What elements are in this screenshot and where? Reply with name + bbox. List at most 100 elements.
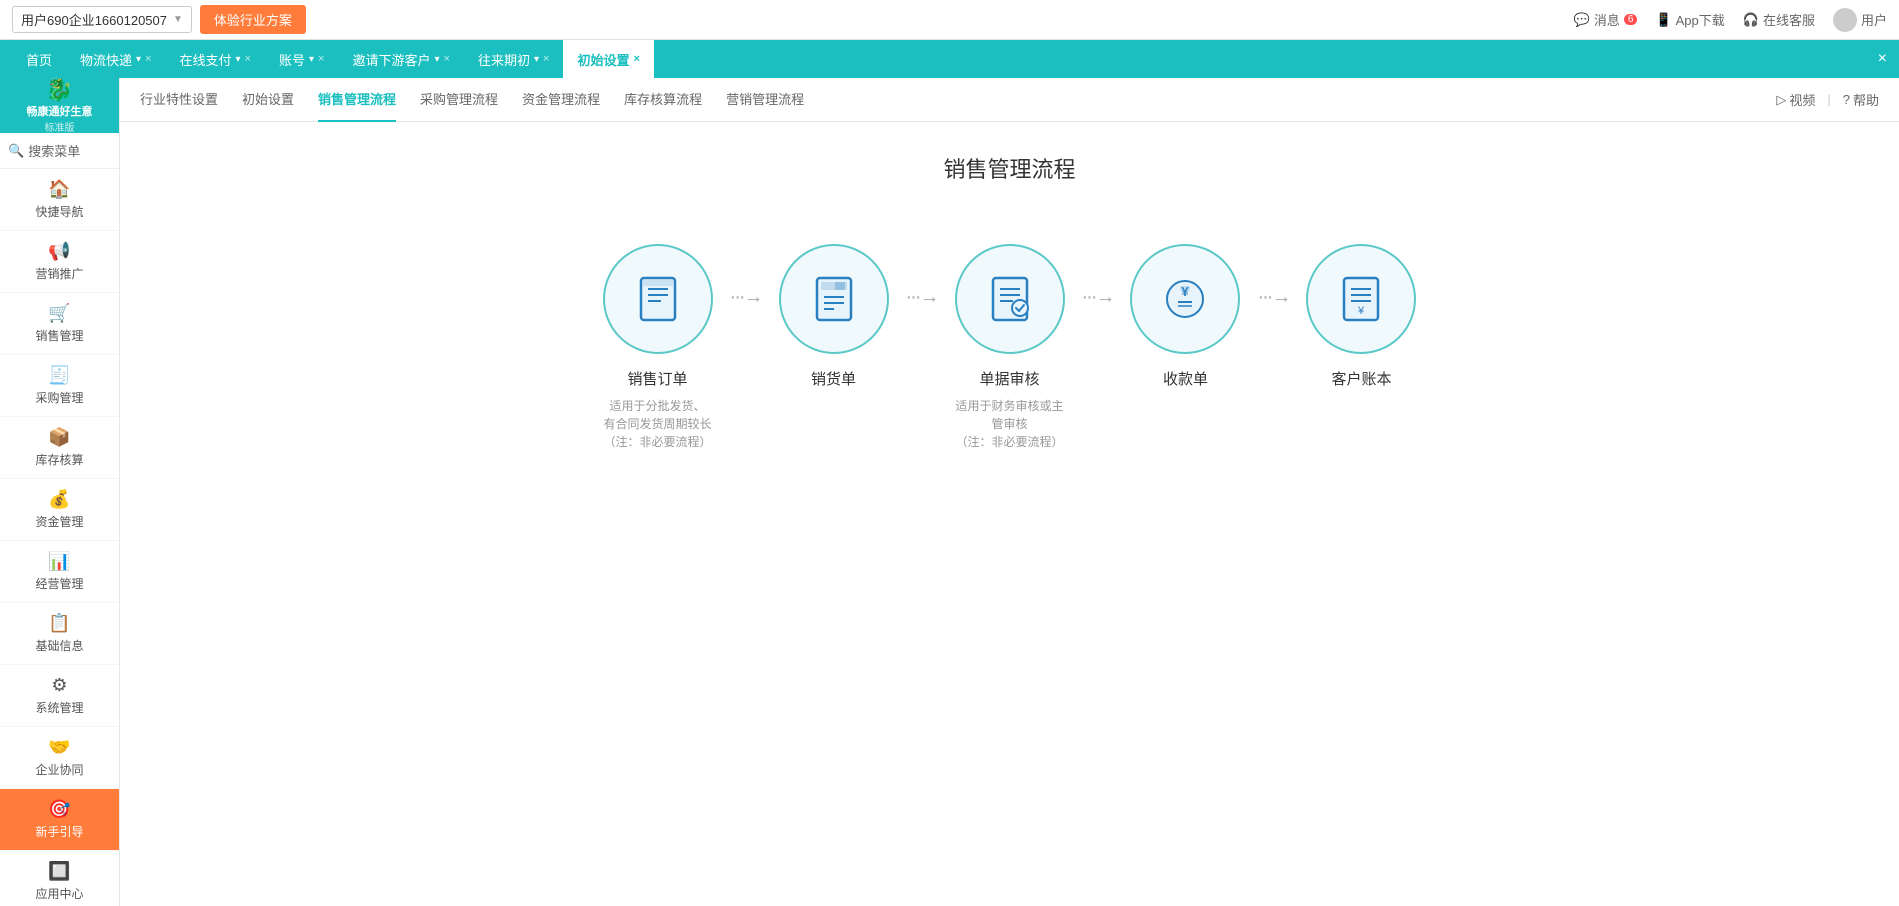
avatar	[1833, 8, 1857, 32]
subtab-purchase-flow[interactable]: 采购管理流程	[420, 78, 498, 122]
nav-tabs: 首页 物流快递 ▾ × 在线支付 ▾ × 账号 ▾ × 邀请下游客户 ▾ × 往…	[0, 40, 1899, 78]
chevron-icon: ▾	[434, 54, 439, 65]
flow-name-0: 销售订单	[628, 368, 688, 389]
app-label: App下载	[1676, 10, 1725, 29]
sidebar-item-label: 销售管理	[35, 327, 83, 344]
sidebar-item-marketing[interactable]: 📢 营销推广	[0, 231, 119, 293]
flow-name-2: 单据审核	[979, 368, 1039, 389]
online-service-button[interactable]: 🎧 在线客服	[1743, 10, 1815, 29]
flow-name-3: 收款单	[1163, 368, 1208, 389]
trial-button[interactable]: 体验行业方案	[200, 5, 306, 34]
message-icon: 💬	[1574, 12, 1590, 28]
sidebar-item-inventory[interactable]: 📦 库存核算	[0, 417, 119, 479]
sidebar-item-label: 系统管理	[35, 699, 83, 716]
subtab-sales-flow[interactable]: 销售管理流程	[318, 78, 396, 122]
flow-chart: 销售订单 适用于分批发货、有合同发货周期较长（注：非必要流程） ···→	[160, 244, 1859, 451]
operations-icon: 📊	[48, 551, 70, 572]
app-download-button[interactable]: 📱 App下载	[1655, 10, 1724, 29]
nav-tab-invite[interactable]: 邀请下游客户 ▾ ×	[338, 40, 463, 78]
message-button[interactable]: 💬 消息 6	[1574, 10, 1638, 29]
user-selector[interactable]: 用户690企业1660120507 ▼	[12, 6, 192, 33]
sidebar-item-sales[interactable]: 🛒 销售管理	[0, 293, 119, 355]
page-title: 销售管理流程	[160, 152, 1859, 184]
message-label: 消息	[1594, 10, 1620, 29]
logo-sub: 标准版	[45, 119, 75, 134]
subtab-industry[interactable]: 行业特性设置	[140, 78, 218, 122]
help-button[interactable]: ? 帮助	[1843, 90, 1879, 109]
flow-item-ledger: ¥ 客户账本	[1281, 244, 1441, 397]
nav-tab-period[interactable]: 往来期初 ▾ ×	[464, 40, 563, 78]
headset-icon: 🎧	[1743, 12, 1759, 28]
marketing-icon: 📢	[48, 241, 70, 262]
close-icon[interactable]: ×	[633, 53, 639, 65]
sidebar-item-operations[interactable]: 📊 经营管理	[0, 541, 119, 603]
service-label: 在线客服	[1763, 10, 1815, 29]
flow-circle-sales-order	[603, 244, 713, 354]
subtab-inventory-flow[interactable]: 库存核算流程	[624, 78, 702, 122]
sidebar-item-new-guide[interactable]: 🎯 新手引导	[0, 789, 119, 851]
sidebar-item-label: 库存核算	[35, 451, 83, 468]
top-bar-right: 💬 消息 6 📱 App下载 🎧 在线客服 用户	[1574, 8, 1887, 32]
nav-tab-payment[interactable]: 在线支付 ▾ ×	[166, 40, 265, 78]
close-icon[interactable]: ×	[318, 53, 324, 65]
sidebar: 🐉 畅康通好生意 标准版 🔍 搜索菜单 🏠 快捷导航 📢 营销推广 🛒 销售管理…	[0, 78, 120, 906]
chevron-icon: ▾	[136, 54, 141, 65]
username-label: 用户	[1861, 10, 1887, 29]
sidebar-item-finance[interactable]: 💰 资金管理	[0, 479, 119, 541]
sidebar-item-label: 基础信息	[35, 637, 83, 654]
close-icon[interactable]: ×	[543, 53, 549, 65]
sidebar-item-quick-nav[interactable]: 🏠 快捷导航	[0, 169, 119, 231]
sidebar-item-label: 经营管理	[35, 575, 83, 592]
flow-circle-payment: ¥	[1130, 244, 1240, 354]
flow-desc-0: 适用于分批发货、有合同发货周期较长（注：非必要流程）	[604, 397, 712, 451]
collab-icon: 🤝	[48, 737, 70, 758]
user-avatar-area[interactable]: 用户	[1833, 8, 1887, 32]
sidebar-item-label: 采购管理	[35, 389, 83, 406]
video-button[interactable]: ▷ 视频	[1776, 90, 1815, 109]
guide-icon: 🎯	[48, 799, 70, 820]
chevron-down-icon: ▼	[173, 14, 183, 25]
nav-tab-home[interactable]: 首页	[12, 40, 66, 78]
main-layout: 🐉 畅康通好生意 标准版 🔍 搜索菜单 🏠 快捷导航 📢 营销推广 🛒 销售管理…	[0, 78, 1899, 906]
sidebar-item-base-info[interactable]: 📋 基础信息	[0, 603, 119, 665]
inventory-icon: 📦	[48, 427, 70, 448]
close-all-tabs-button[interactable]: ×	[1878, 50, 1887, 68]
nav-tab-account[interactable]: 账号 ▾ ×	[265, 40, 338, 78]
svg-text:¥: ¥	[1357, 305, 1365, 317]
search-menu-label: 搜索菜单	[28, 141, 80, 160]
close-icon[interactable]: ×	[444, 53, 450, 65]
app-center-icon: 🔲	[48, 861, 70, 882]
close-icon[interactable]: ×	[245, 53, 251, 65]
sidebar-item-label: 应用中心	[35, 885, 83, 902]
flow-item-payment: ¥ 收款单	[1105, 244, 1265, 397]
sidebar-item-label: 新手引导	[35, 823, 83, 840]
sidebar-item-label: 资金管理	[35, 513, 83, 530]
nav-tab-init-settings[interactable]: 初始设置 ×	[563, 40, 653, 78]
flow-name-1: 销货单	[811, 368, 856, 389]
flow-circle-invoice	[779, 244, 889, 354]
finance-icon: 💰	[48, 489, 70, 510]
chevron-icon: ▾	[309, 54, 314, 65]
flow-desc-2: 适用于财务审核或主管审核（注：非必要流程）	[955, 397, 1063, 451]
nav-tab-logistics[interactable]: 物流快递 ▾ ×	[66, 40, 165, 78]
subtab-init[interactable]: 初始设置	[242, 78, 294, 122]
close-icon[interactable]: ×	[145, 53, 151, 65]
app-icon: 📱	[1655, 12, 1671, 28]
flow-item-invoice: 销货单	[754, 244, 914, 397]
sidebar-item-enterprise-collab[interactable]: 🤝 企业协同	[0, 727, 119, 789]
home-icon: 🏠	[48, 179, 70, 200]
sub-tabs-right: ▷ 视频 | ? 帮助	[1776, 90, 1879, 109]
sidebar-logo: 🐉 畅康通好生意 标准版	[0, 78, 119, 133]
subtab-marketing-flow[interactable]: 营销管理流程	[726, 78, 804, 122]
base-info-icon: 📋	[48, 613, 70, 634]
flow-name-4: 客户账本	[1331, 368, 1391, 389]
sidebar-item-label: 企业协同	[35, 761, 83, 778]
subtab-finance-flow[interactable]: 资金管理流程	[522, 78, 600, 122]
logo-icon: 🐉	[46, 78, 73, 103]
sidebar-item-app-center[interactable]: 🔲 应用中心	[0, 851, 119, 906]
chevron-icon: ▾	[534, 54, 539, 65]
sidebar-item-purchase[interactable]: 🧾 采购管理	[0, 355, 119, 417]
flow-item-audit: 单据审核 适用于财务审核或主管审核（注：非必要流程）	[930, 244, 1090, 451]
search-menu-button[interactable]: 🔍 搜索菜单	[0, 133, 119, 169]
sidebar-item-system[interactable]: ⚙ 系统管理	[0, 665, 119, 727]
